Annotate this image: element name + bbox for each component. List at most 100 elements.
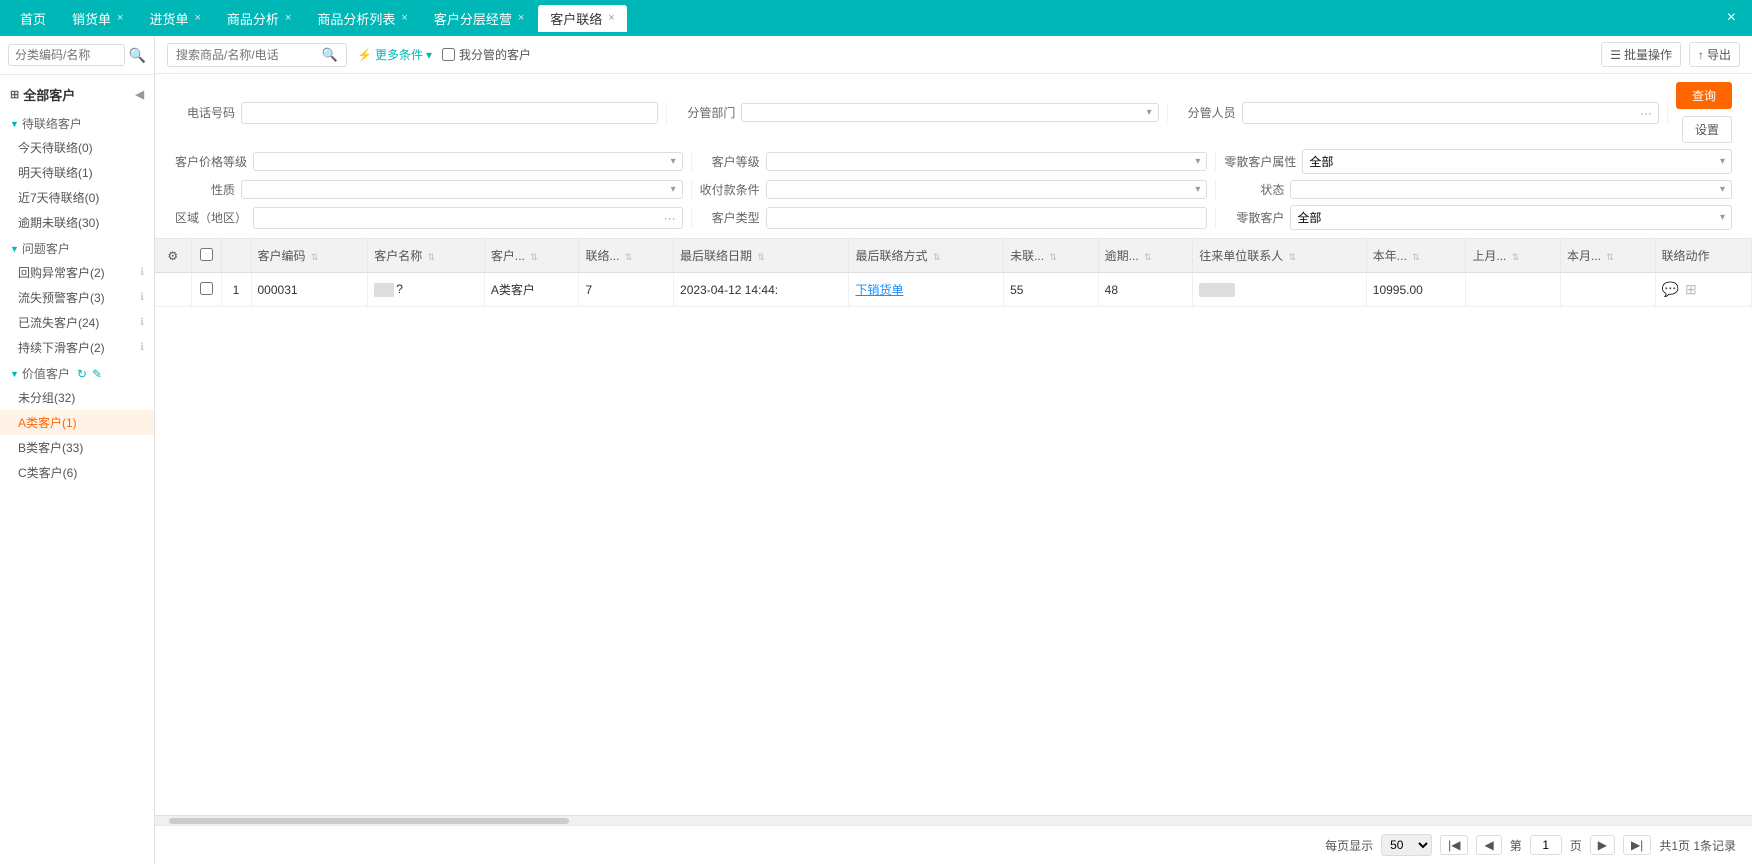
settings-button[interactable]: 设置 — [1682, 116, 1732, 143]
col-idx — [221, 239, 251, 273]
nav-home[interactable]: 首页 — [8, 5, 58, 32]
chevron-dept-icon: ▾ — [1147, 107, 1152, 118]
close-customer-tier-icon[interactable]: × — [518, 12, 524, 24]
row-code: 000031 — [251, 273, 368, 307]
dept-select[interactable]: ▾ — [741, 103, 1158, 122]
nav-purchase[interactable]: 进货单 × — [137, 5, 212, 32]
search-icon[interactable]: 🔍 — [322, 47, 338, 63]
close-sales-icon[interactable]: × — [117, 12, 123, 24]
last-page-button[interactable]: ▶| — [1623, 835, 1651, 855]
sidebar-item-c-class[interactable]: C类客户(6) — [0, 460, 154, 485]
sidebar-all-customers[interactable]: ⊞ 全部客户 ◀ — [0, 79, 154, 110]
col-customer-type[interactable]: 客户... ⇅ — [484, 239, 579, 273]
info-icon-2: ℹ — [140, 292, 144, 303]
edit-icon[interactable]: ✎ — [92, 367, 102, 381]
col-settings[interactable]: ⚙ — [155, 239, 191, 273]
region-select[interactable]: ··· — [253, 207, 683, 229]
col-not-contacted[interactable]: 未联... ⇅ — [1004, 239, 1099, 273]
filter-person: 分管人员 ··· — [1168, 102, 1668, 124]
batch-op-button[interactable]: ☰ 批量操作 — [1601, 42, 1681, 67]
nav-goods-analysis-list[interactable]: 商品分析列表 × — [305, 5, 419, 32]
sidebar-item-declining[interactable]: 持续下滑客户(2) ℹ — [0, 335, 154, 360]
retail-attr-select[interactable]: 全部 ▾ — [1302, 149, 1732, 174]
sidebar-search-input[interactable] — [8, 44, 125, 66]
sidebar-item-churned[interactable]: 已流失客户(24) ℹ — [0, 310, 154, 335]
table-row: 1 000031 ? A类客户 7 2023-04-12 14:44: 下销货单… — [155, 273, 1752, 307]
nav-customer-tier[interactable]: 客户分层经营 × — [422, 5, 536, 32]
sidebar-collapse-icon[interactable]: ◀ — [136, 88, 144, 101]
close-customer-contact-icon[interactable]: × — [608, 12, 614, 24]
sidebar-item-today[interactable]: 今天待联络(0) — [0, 135, 154, 160]
sidebar-item-b-class[interactable]: B类客户(33) — [0, 435, 154, 460]
horizontal-scrollbar[interactable] — [155, 815, 1752, 825]
batch-icon: ☰ — [1610, 48, 1621, 62]
sidebar-search-icon[interactable]: 🔍 — [129, 47, 146, 64]
sidebar-item-7days[interactable]: 近7天待联络(0) — [0, 185, 154, 210]
person-select[interactable]: ··· — [1242, 102, 1659, 124]
col-unit-contact[interactable]: 往来单位联系人 ⇅ — [1193, 239, 1367, 273]
nav-goods-analysis[interactable]: 商品分析 × — [215, 5, 303, 32]
close-goods-list-icon[interactable]: × — [401, 12, 407, 24]
col-last-month[interactable]: 上月... ⇅ — [1466, 239, 1561, 273]
price-level-select[interactable]: ▾ — [253, 152, 683, 171]
per-page-select[interactable]: 50 100 — [1381, 834, 1432, 856]
sidebar-group-pending[interactable]: ▼ 待联络客户 — [0, 110, 154, 135]
customer-level-select[interactable]: ▾ — [766, 152, 1208, 171]
col-last-date[interactable]: 最后联络日期 ⇅ — [674, 239, 849, 273]
sidebar-item-repurchase-abnormal[interactable]: 回购异常客户(2) ℹ — [0, 260, 154, 285]
query-button[interactable]: 查询 — [1676, 82, 1732, 109]
row-checkbox[interactable] — [191, 273, 221, 307]
my-customers-check-input[interactable] — [442, 48, 455, 61]
sidebar-item-tomorrow[interactable]: 明天待联络(1) — [0, 160, 154, 185]
chevron-retail-icon: ▾ — [1720, 212, 1725, 223]
qr-action-icon[interactable]: ⊞ — [1685, 281, 1697, 298]
first-page-button[interactable]: |◀ — [1440, 835, 1468, 855]
export-button[interactable]: ↑ 导出 — [1689, 42, 1740, 67]
row-name[interactable]: ? — [368, 273, 485, 307]
sidebar-group-value[interactable]: ▼ 价值客户 ↻ ✎ — [0, 360, 154, 385]
sidebar-item-churn-warning[interactable]: 流失预警客户(3) ℹ — [0, 285, 154, 310]
row-settings — [155, 273, 191, 307]
sidebar-group-problem[interactable]: ▼ 问题客户 — [0, 235, 154, 260]
select-all-checkbox[interactable] — [200, 248, 213, 261]
col-contact-count[interactable]: 联络... ⇅ — [579, 239, 674, 273]
sidebar-item-ungrouped[interactable]: 未分组(32) — [0, 385, 154, 410]
triangle-icon-3: ▼ — [10, 369, 19, 379]
customer-type-input[interactable] — [766, 207, 1208, 229]
scrollbar-thumb[interactable] — [169, 818, 569, 824]
chevron-nature-icon: ▾ — [671, 184, 676, 195]
refresh-icon[interactable]: ↻ — [77, 367, 87, 381]
nav-sales[interactable]: 销货单 × — [60, 5, 135, 32]
next-page-button[interactable]: ▶ — [1590, 835, 1615, 855]
col-checkbox-header[interactable] — [191, 239, 221, 273]
page-number-input[interactable] — [1530, 835, 1562, 855]
phone-input[interactable] — [241, 102, 658, 124]
chat-action-icon[interactable]: 💬 — [1662, 281, 1679, 298]
payment-select[interactable]: ▾ — [766, 180, 1208, 199]
col-this-year[interactable]: 本年... ⇅ — [1366, 239, 1466, 273]
close-all-tabs-button[interactable]: × — [1719, 9, 1744, 27]
close-goods-analysis-icon[interactable]: × — [285, 12, 291, 24]
row-select-checkbox[interactable] — [200, 282, 213, 295]
col-overdue[interactable]: 逾期... ⇅ — [1098, 239, 1193, 273]
col-last-method[interactable]: 最后联络方式 ⇅ — [849, 239, 1004, 273]
my-customers-checkbox[interactable]: 我分管的客户 — [442, 46, 531, 63]
filter-price-level: 客户价格等级 ▾ — [167, 152, 692, 171]
col-customer-code[interactable]: 客户编码 ⇅ — [251, 239, 368, 273]
col-customer-name[interactable]: 客户名称 ⇅ — [368, 239, 485, 273]
prev-page-button[interactable]: ◀ — [1476, 835, 1501, 855]
sidebar-search-area: 🔍 — [0, 36, 154, 75]
filter-payment: 收付款条件 ▾ — [692, 180, 1217, 199]
close-purchase-icon[interactable]: × — [194, 12, 200, 24]
filter-icon: ⚡ — [357, 48, 372, 62]
retail-select[interactable]: 全部 ▾ — [1290, 205, 1732, 230]
nav-customer-contact[interactable]: 客户联络 × — [538, 5, 626, 32]
col-this-month[interactable]: 本月... ⇅ — [1560, 239, 1655, 273]
row-last-method[interactable]: 下销货单 — [849, 273, 1004, 307]
sidebar-item-overdue[interactable]: 逾期未联络(30) — [0, 210, 154, 235]
more-filter-button[interactable]: ⚡ 更多条件 ▾ — [357, 46, 432, 63]
nature-select[interactable]: ▾ — [241, 180, 683, 199]
status-select[interactable]: ▾ — [1290, 180, 1732, 199]
search-input[interactable] — [176, 48, 318, 62]
sidebar-item-a-class[interactable]: A类客户(1) — [0, 410, 154, 435]
